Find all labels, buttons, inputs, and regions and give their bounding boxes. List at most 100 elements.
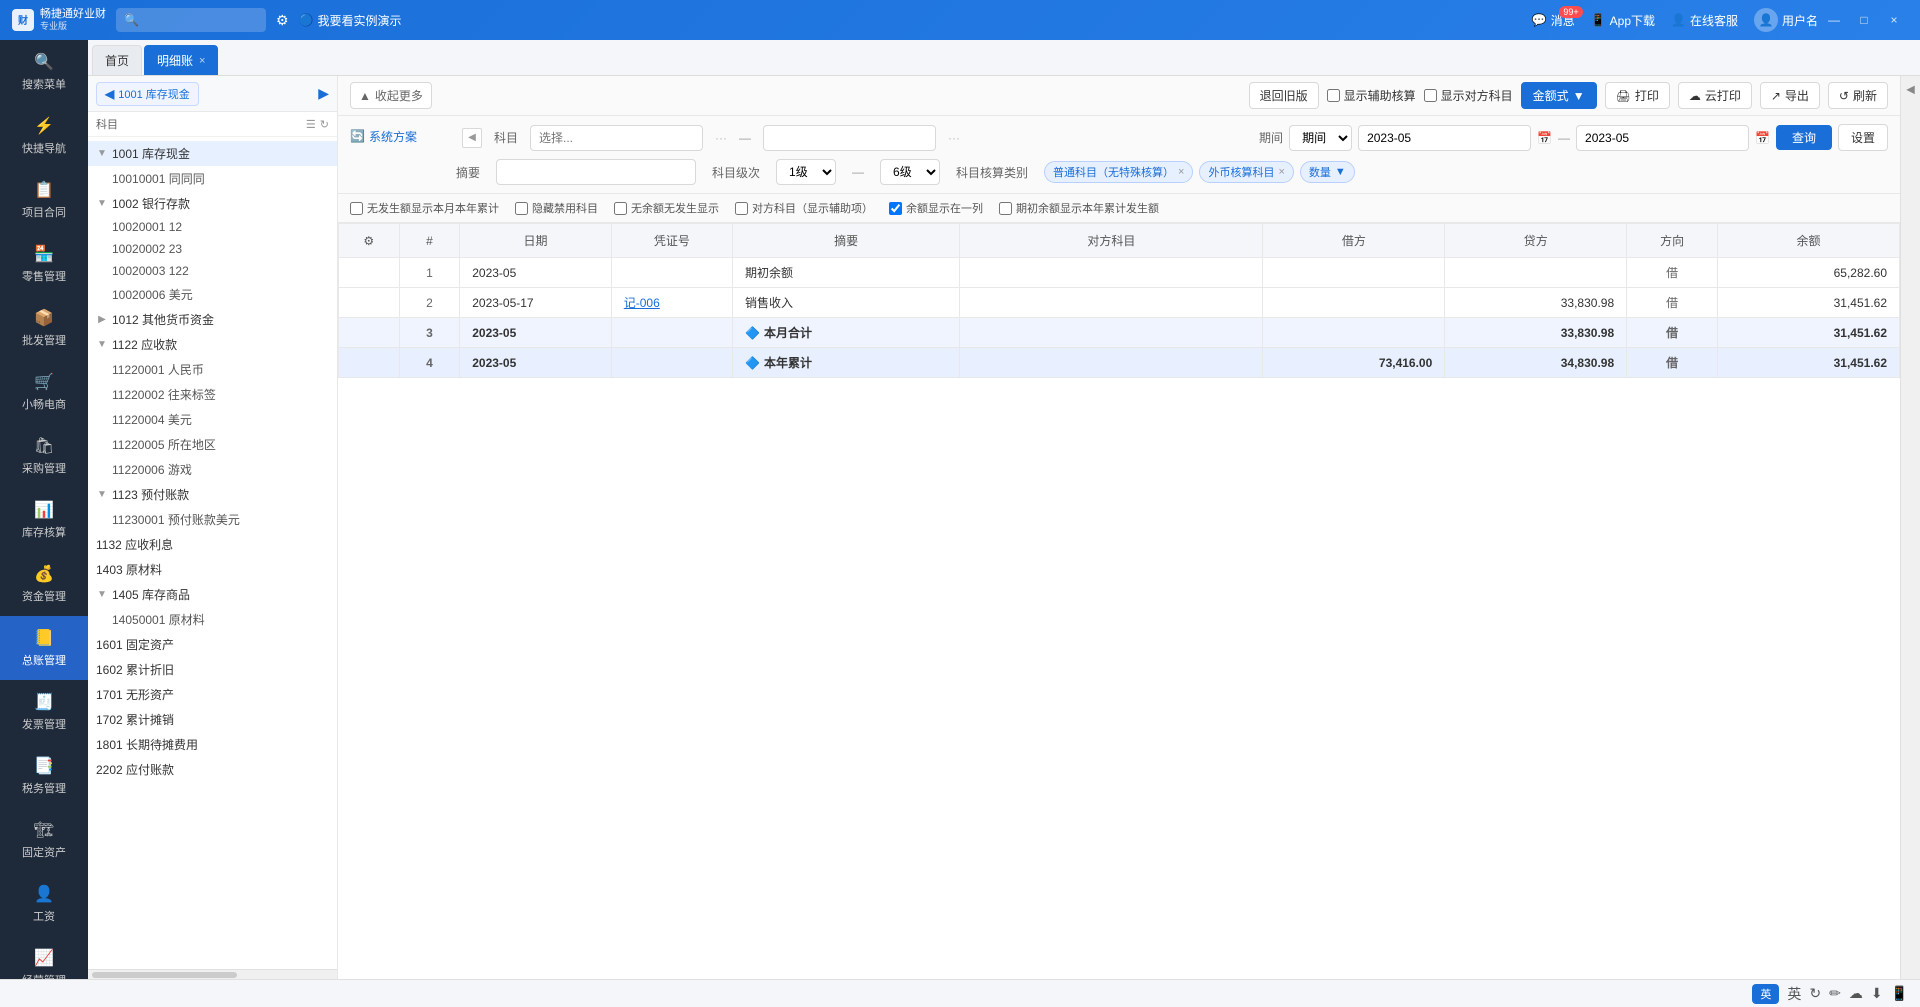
tree-node-1602[interactable]: 1602 累计折旧	[88, 657, 337, 682]
tab-detail-close[interactable]: ×	[199, 55, 205, 67]
bottom-icon-mobile[interactable]: 📱	[1891, 985, 1908, 1002]
opt-show-contra[interactable]: 对方科目（显示辅助项）	[735, 200, 873, 216]
tree-node-1002[interactable]: ▼ 1002 银行存款	[88, 191, 337, 216]
export-button[interactable]: ↗ 导出	[1760, 82, 1820, 109]
show-contra-input[interactable]	[1424, 89, 1437, 102]
bottom-icon-refresh[interactable]: ↻	[1809, 985, 1821, 1002]
col-settings[interactable]: ⚙	[339, 224, 400, 258]
tag-normal-close[interactable]: ×	[1178, 166, 1184, 178]
tree-node-11220001[interactable]: 11220001 人民币	[88, 357, 337, 382]
opt-balance-one-col[interactable]: 余额显示在一列	[889, 200, 983, 216]
tree-node-1801[interactable]: 1801 长期待摊费用	[88, 732, 337, 757]
tree-node-1403[interactable]: 1403 原材料	[88, 557, 337, 582]
tree-col-filter-icon[interactable]: ☰	[306, 118, 316, 131]
back-to-old-version-button[interactable]: 退回旧版	[1249, 82, 1319, 109]
voucher-link[interactable]: 记-006	[624, 296, 660, 310]
tree-node-1601[interactable]: 1601 固定资产	[88, 632, 337, 657]
filter-period-calendar-end[interactable]: 📅	[1755, 131, 1770, 145]
data-table-container[interactable]: ⚙ # 日期 凭证号 摘要 对方科目 借方 贷方 方向 余额	[338, 223, 1900, 979]
right-collapse-panel[interactable]: ▶	[1900, 76, 1920, 979]
filter-level-to-select[interactable]: 6级 5级	[880, 159, 940, 185]
tree-node-1702[interactable]: 1702 累计摊销	[88, 707, 337, 732]
account-nav-forward-icon[interactable]: ▶	[318, 85, 329, 102]
sidebar-item-retail[interactable]: 🏪 零售管理	[0, 232, 88, 296]
account-nav-button[interactable]: ◀ 1001 库存现金	[96, 82, 199, 106]
demo-link[interactable]: 🔵 我要看实例演示	[299, 12, 402, 29]
filter-period-end-input[interactable]	[1576, 125, 1749, 151]
tree-node-11220004[interactable]: 11220004 美元	[88, 407, 337, 432]
tree-scroll-indicator[interactable]	[88, 969, 337, 979]
tree-node-1405[interactable]: ▼ 1405 库存商品	[88, 582, 337, 607]
sidebar-item-purchase[interactable]: 🛍 采购管理	[0, 424, 88, 488]
user-avatar[interactable]: 👤 用户名	[1754, 8, 1818, 32]
sidebar-item-invoice[interactable]: 🧾 发票管理	[0, 680, 88, 744]
tree-node-1012[interactable]: ▶ 1012 其他货币资金	[88, 307, 337, 332]
cloud-print-button[interactable]: ☁ 云打印	[1678, 82, 1752, 109]
win-close-button[interactable]: ×	[1880, 6, 1908, 34]
opt-hide-disabled[interactable]: 隐藏禁用科目	[515, 200, 598, 216]
show-contra-checkbox[interactable]: 显示对方科目	[1424, 87, 1513, 104]
bottom-icon-edit[interactable]: ✏	[1829, 985, 1841, 1002]
format-button[interactable]: 金额式 ▼	[1521, 82, 1597, 109]
opt-no-balance-input[interactable]	[350, 202, 363, 215]
filter-subject-to-input[interactable]	[763, 125, 936, 151]
tree-node-1001[interactable]: ▼ 1001 库存现金	[88, 141, 337, 166]
refresh-button[interactable]: ↺ 刷新	[1828, 82, 1888, 109]
lang-button[interactable]: 英	[1752, 984, 1779, 1004]
opt-no-balance[interactable]: 无发生额显示本月本年累计	[350, 200, 499, 216]
query-expand-button[interactable]: ▲ 收起更多	[350, 82, 432, 109]
opt-no-balance2-input[interactable]	[614, 202, 627, 215]
scheme-item[interactable]: 🔄 系统方案	[350, 128, 450, 145]
tree-node-11220006[interactable]: 11220006 游戏	[88, 457, 337, 482]
tree-node-11230001[interactable]: 11230001 预付账款美元	[88, 507, 337, 532]
tag-quantity-dropdown[interactable]: ▼	[1335, 166, 1346, 178]
bottom-icon-1[interactable]: 英	[1787, 984, 1801, 1004]
print-button[interactable]: 🖨 打印	[1605, 82, 1670, 109]
filter-settings-button[interactable]: 设置	[1838, 124, 1888, 151]
sidebar-item-finance[interactable]: 💰 资金管理	[0, 552, 88, 616]
tree-node-2202[interactable]: 2202 应付账款	[88, 757, 337, 782]
message-icon-item[interactable]: 💬 消息 99+	[1532, 12, 1575, 29]
filter-subject-input[interactable]	[530, 125, 703, 151]
filter-level-from-select[interactable]: 1级 2级	[776, 159, 836, 185]
bottom-icon-download[interactable]: ⬇	[1871, 985, 1883, 1002]
sidebar-item-ledger[interactable]: 📒 总账管理	[0, 616, 88, 680]
tree-node-10020002[interactable]: 10020002 23	[88, 238, 337, 260]
tree-node-1122[interactable]: ▼ 1122 应收款	[88, 332, 337, 357]
filter-period-calendar-start[interactable]: 📅	[1537, 131, 1552, 145]
sidebar-item-salary[interactable]: 👤 工资	[0, 872, 88, 936]
win-maximize-button[interactable]: □	[1850, 6, 1878, 34]
tag-foreign-close[interactable]: ×	[1278, 166, 1284, 178]
tree-node-10010001[interactable]: 10010001 同同同	[88, 166, 337, 191]
bottom-icon-cloud[interactable]: ☁	[1849, 985, 1863, 1002]
top-search-bar[interactable]: 🔍	[116, 8, 266, 32]
tree-node-10020001[interactable]: 10020001 12	[88, 216, 337, 238]
top-settings-icon[interactable]: ⚙	[276, 12, 289, 29]
sidebar-item-tax[interactable]: 📑 税务管理	[0, 744, 88, 808]
opt-hide-disabled-input[interactable]	[515, 202, 528, 215]
show-aux-input[interactable]	[1327, 89, 1340, 102]
sidebar-item-wholesale[interactable]: 📦 批发管理	[0, 296, 88, 360]
opt-balance-one-col-input[interactable]	[889, 202, 902, 215]
app-download-item[interactable]: 📱 App下载	[1591, 12, 1655, 29]
opt-no-balance2[interactable]: 无余额无发生显示	[614, 200, 719, 216]
win-minimize-button[interactable]: —	[1820, 6, 1848, 34]
show-aux-checkbox[interactable]: 显示辅助核算	[1327, 87, 1416, 104]
tree-node-14050001[interactable]: 14050001 原材料	[88, 607, 337, 632]
opt-show-contra-input[interactable]	[735, 202, 748, 215]
filter-period-start-input[interactable]	[1358, 125, 1531, 151]
tab-detail[interactable]: 明细账 ×	[144, 45, 218, 75]
filter-period-type-select[interactable]: 期间	[1289, 125, 1352, 151]
sidebar-item-search[interactable]: 🔍 搜索菜单	[0, 40, 88, 104]
filter-summary-input[interactable]	[496, 159, 696, 185]
tree-node-10020003[interactable]: 10020003 122	[88, 260, 337, 282]
online-service-item[interactable]: 👤 在线客服	[1671, 12, 1738, 29]
sidebar-item-ecommerce[interactable]: 🛒 小畅电商	[0, 360, 88, 424]
opt-show-begin[interactable]: 期初余额显示本年累计发生额	[999, 200, 1159, 216]
tree-node-11220002[interactable]: 11220002 往来标签	[88, 382, 337, 407]
sidebar-item-inventory[interactable]: 📊 库存核算	[0, 488, 88, 552]
tree-col-refresh-icon[interactable]: ↻	[320, 118, 329, 131]
sidebar-item-contract[interactable]: 📋 项目合同	[0, 168, 88, 232]
tree-node-1132[interactable]: 1132 应收利息	[88, 532, 337, 557]
sidebar-item-quick[interactable]: ⚡ 快捷导航	[0, 104, 88, 168]
